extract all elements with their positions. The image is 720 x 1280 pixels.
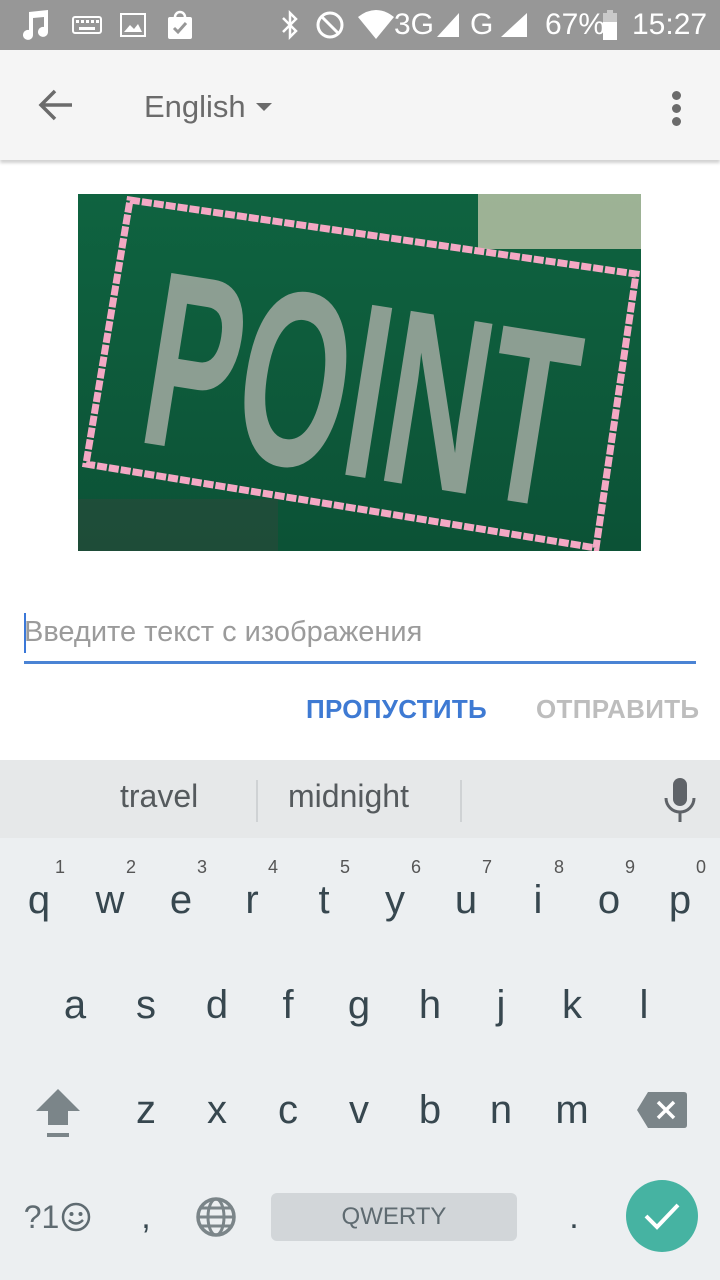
key-h[interactable]: h: [400, 960, 460, 1050]
suggestion-item[interactable]: midnight: [288, 778, 409, 815]
comma-key[interactable]: ,: [118, 1185, 174, 1249]
ocr-source-image: POINT: [78, 194, 641, 551]
more-vert-icon-dot: [671, 103, 681, 113]
language-dropdown[interactable]: English: [144, 85, 272, 129]
key-i[interactable]: i8: [508, 855, 568, 945]
image-icon: [118, 8, 148, 42]
shift-key[interactable]: [20, 1075, 96, 1155]
enter-key[interactable]: [626, 1180, 698, 1252]
ocr-text-field[interactable]: [24, 605, 696, 665]
status-bar: 3G G 67% 15:27: [0, 0, 720, 50]
network-g-label: G: [470, 8, 494, 41]
shopping-bag-check-icon: [164, 8, 196, 42]
shift-icon: [36, 1089, 80, 1137]
music-note-icon: [18, 8, 54, 42]
wifi-icon: [356, 8, 396, 42]
microphone-icon: [664, 778, 696, 822]
symbols-label: ?1: [23, 1198, 60, 1235]
backspace-key[interactable]: [630, 1080, 694, 1140]
more-vert-icon-dot: [671, 90, 681, 100]
key-u[interactable]: u7: [436, 855, 496, 945]
suggestion-divider: [256, 780, 258, 822]
more-vert-icon-dot: [671, 116, 681, 126]
battery-icon: [600, 8, 620, 42]
back-button[interactable]: [26, 83, 86, 131]
signal-strength-icon: [434, 8, 462, 42]
key-l[interactable]: l: [614, 960, 674, 1050]
key-t[interactable]: t5: [294, 855, 354, 945]
key-c[interactable]: c: [258, 1065, 318, 1155]
key-b[interactable]: b: [400, 1065, 460, 1155]
key-d[interactable]: d: [187, 960, 247, 1050]
key-y[interactable]: y6: [365, 855, 425, 945]
bluetooth-icon: [278, 8, 302, 42]
key-j[interactable]: j: [471, 960, 531, 1050]
soft-keyboard: travel midnight q1 w2 e3 r4 t5 y6 u7 i8 …: [0, 760, 720, 1280]
key-p[interactable]: p0: [650, 855, 710, 945]
network-3g-label: 3G: [394, 8, 435, 41]
voice-input-button[interactable]: [660, 776, 700, 824]
key-a[interactable]: a: [45, 960, 105, 1050]
keyboard-icon: [70, 8, 104, 42]
key-v[interactable]: v: [329, 1065, 389, 1155]
suggestion-divider: [460, 780, 462, 822]
app-bar: English: [0, 50, 720, 160]
key-f[interactable]: f: [258, 960, 318, 1050]
ocr-text-input[interactable]: [24, 605, 696, 659]
arrow-back-icon: [38, 88, 74, 127]
key-k[interactable]: k: [542, 960, 602, 1050]
symbols-emoji-key[interactable]: ?1: [18, 1185, 98, 1249]
caret-down-icon: [255, 103, 272, 111]
input-underline: [24, 661, 696, 664]
send-button[interactable]: ОТПРАВИТЬ: [536, 694, 699, 725]
signal-strength-icon: [498, 8, 530, 42]
suggestion-item[interactable]: travel: [120, 778, 198, 815]
language-switch-key[interactable]: [188, 1185, 244, 1249]
suggestion-strip: travel midnight: [0, 760, 720, 838]
more-options-button[interactable]: [656, 80, 696, 136]
key-z[interactable]: z: [116, 1065, 176, 1155]
globe-icon: [196, 1197, 236, 1237]
key-q[interactable]: q1: [9, 855, 69, 945]
key-g[interactable]: g: [329, 960, 389, 1050]
text-caret: [24, 613, 26, 653]
checkmark-icon: [644, 1203, 680, 1230]
do-not-disturb-icon: [314, 8, 346, 42]
key-o[interactable]: o9: [579, 855, 639, 945]
key-m[interactable]: m: [542, 1065, 602, 1155]
key-r[interactable]: r4: [222, 855, 282, 945]
period-key[interactable]: .: [546, 1185, 602, 1249]
clock: 15:27: [632, 8, 708, 41]
battery-percent: 67%: [545, 8, 606, 41]
key-x[interactable]: x: [187, 1065, 247, 1155]
language-label: English: [144, 89, 246, 124]
key-e[interactable]: e3: [151, 855, 211, 945]
key-w[interactable]: w2: [80, 855, 140, 945]
skip-button[interactable]: ПРОПУСТИТЬ: [306, 694, 487, 725]
space-bar[interactable]: QWERTY: [271, 1193, 517, 1241]
emoji-icon: [62, 1202, 91, 1232]
backspace-icon: [637, 1092, 687, 1128]
key-s[interactable]: s: [116, 960, 176, 1050]
key-n[interactable]: n: [471, 1065, 531, 1155]
